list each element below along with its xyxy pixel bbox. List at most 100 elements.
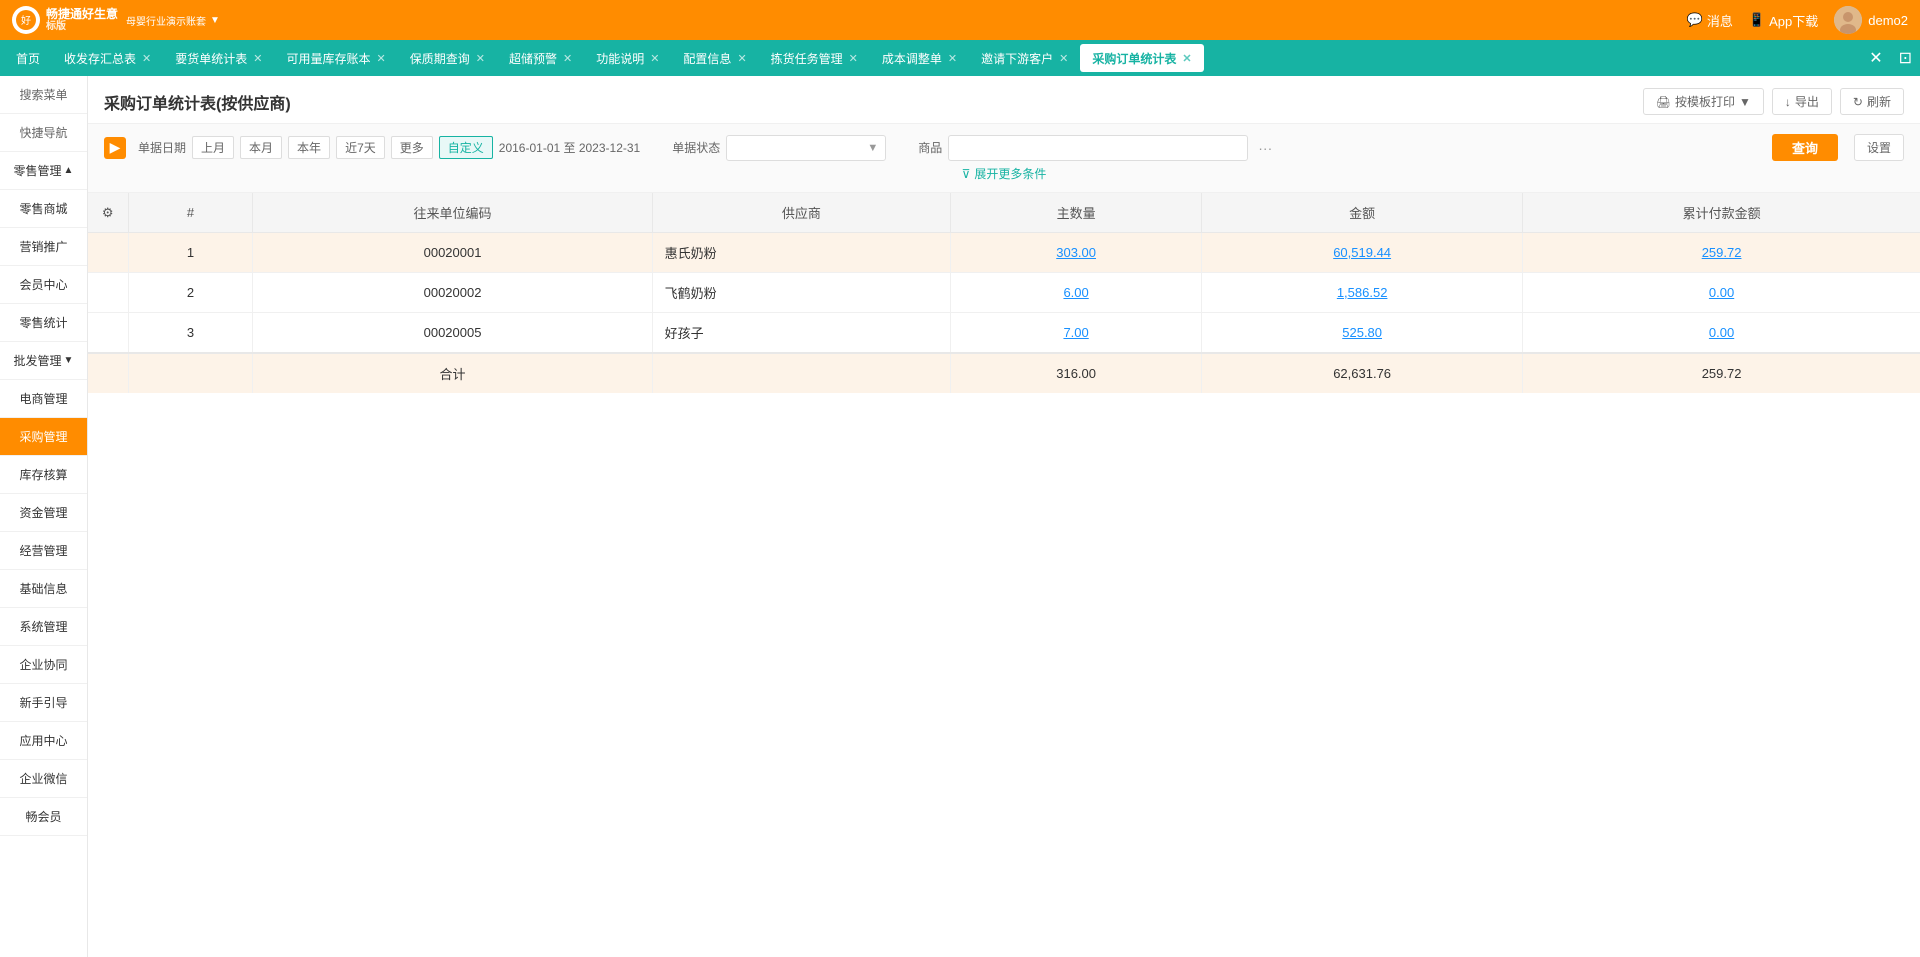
date-filter: 单据日期 上月 本月 本年 近7天 更多 自定义 2016-01-01 至 20… [138,136,640,159]
dropdown-icon: ▼ [1739,95,1751,109]
row-quantity[interactable]: 7.00 [951,313,1202,354]
tab-close-icon[interactable]: ✕ [1182,52,1191,65]
row-paid-amount[interactable]: 0.00 [1523,313,1920,354]
footer-supplier-col [652,353,950,393]
app-download-button[interactable]: 📱 App下载 [1749,11,1818,30]
custom-date-badge[interactable]: 自定义 [439,136,493,159]
expand-filter-button[interactable]: ⊽ 展开更多条件 [962,165,1047,182]
sidebar-item-inventory-check[interactable]: 库存核算 [0,456,87,494]
sidebar-quick-nav[interactable]: 快捷导航 [0,114,87,152]
goods-more-button[interactable]: ··· [1254,140,1276,156]
tab-close-icon[interactable]: ✕ [1059,52,1068,65]
tab-invite-downstream[interactable]: 邀请下游客户 ✕ [969,44,1080,72]
tab-close-icon[interactable]: ✕ [142,52,151,65]
refresh-button[interactable]: ↻ 刷新 [1840,88,1904,115]
tab-goods-summary[interactable]: 要货单统计表 ✕ [163,44,274,72]
goods-input[interactable] [948,135,1248,161]
date-quick-last-month[interactable]: 上月 [192,136,234,159]
footer-label: 合计 [253,353,652,393]
sidebar-item-wholesale-management[interactable]: 批发管理 ▼ [0,342,87,380]
status-filter: 单据状态 ▼ [672,135,886,161]
refresh-icon: ↻ [1853,95,1863,109]
tab-function-desc[interactable]: 功能说明 ✕ [584,44,671,72]
row-paid-amount[interactable]: 259.72 [1523,233,1920,273]
window-close-button[interactable]: ✕ [1865,46,1886,70]
tab-close-icon[interactable]: ✕ [650,52,659,65]
row-quantity[interactable]: 303.00 [951,233,1202,273]
footer-row-num-col [128,353,253,393]
row-amount[interactable]: 525.80 [1202,313,1523,354]
tab-close-icon[interactable]: ✕ [849,52,858,65]
window-restore-button[interactable]: ⊡ [1895,46,1916,70]
svg-text:好: 好 [21,15,31,27]
sidebar-item-new-guide[interactable]: 新手引导 [0,684,87,722]
top-bar: 好 畅捷通好生意 标版 母婴行业演示账套 ▼ 💬 消息 📱 App下载 [0,0,1920,40]
row-supplier-code: 00020001 [253,233,652,273]
tab-close-icon[interactable]: ✕ [563,52,572,65]
tab-pick-task[interactable]: 拣货任务管理 ✕ [759,44,870,72]
avatar [1834,6,1862,34]
sidebar-item-enterprise-wechat[interactable]: 企业微信 [0,760,87,798]
nav-tabs-right: ✕ ⊡ [1865,46,1916,70]
print-button[interactable]: 🖨 按模板打印 ▼ [1643,88,1764,115]
col-settings: ⚙ [88,193,128,233]
tab-close-icon[interactable]: ✕ [253,52,262,65]
table-row: 300020005好孩子7.00525.800.00 [88,313,1920,354]
row-num: 1 [128,233,253,273]
sidebar-item-member-center[interactable]: 会员中心 [0,266,87,304]
footer-amount: 62,631.76 [1202,353,1523,393]
logo-area: 好 畅捷通好生意 标版 [12,6,118,34]
row-amount[interactable]: 1,586.52 [1202,273,1523,313]
filter-toggle-button[interactable]: ▶ [104,137,126,159]
date-quick-this-month[interactable]: 本月 [240,136,282,159]
sidebar-item-retail-stats[interactable]: 零售统计 [0,304,87,342]
date-filter-label: 单据日期 [138,139,186,156]
tab-over-stock[interactable]: 超储预警 ✕ [497,44,584,72]
sidebar-search-menu[interactable]: 搜索菜单 [0,76,87,114]
row-num: 3 [128,313,253,354]
sidebar-item-purchase-management[interactable]: 采购管理 [0,418,87,456]
logo-text: 畅捷通好生意 标版 [46,7,118,33]
status-select[interactable] [726,135,886,161]
logo-icon: 好 [12,6,40,34]
tab-expiry-query[interactable]: 保质期查询 ✕ [398,44,497,72]
query-button[interactable]: 查询 [1772,134,1838,161]
tab-home[interactable]: 首页 [4,44,52,72]
user-area[interactable]: demo2 [1834,6,1908,34]
goods-filter-label: 商品 [918,139,942,156]
sidebar-item-finance-management[interactable]: 资金管理 [0,494,87,532]
tab-close-icon[interactable]: ✕ [948,52,957,65]
tab-close-icon[interactable]: ✕ [377,52,386,65]
tab-close-icon[interactable]: ✕ [737,52,746,65]
date-quick-7days[interactable]: 近7天 [336,136,385,159]
sidebar-item-operations-management[interactable]: 经营管理 [0,532,87,570]
sidebar-item-system-management[interactable]: 系统管理 [0,608,87,646]
tab-close-icon[interactable]: ✕ [476,52,485,65]
settings-button[interactable]: 设置 [1854,134,1904,161]
row-paid-amount[interactable]: 0.00 [1523,273,1920,313]
tab-config-info[interactable]: 配置信息 ✕ [671,44,758,72]
sidebar-item-vip-member[interactable]: 畅会员 [0,798,87,836]
sidebar-item-ecommerce-management[interactable]: 电商管理 [0,380,87,418]
sidebar-item-basic-info[interactable]: 基础信息 [0,570,87,608]
row-quantity[interactable]: 6.00 [951,273,1202,313]
tab-purchase-summary[interactable]: 采购订单统计表 ✕ [1080,44,1203,72]
sidebar-item-enterprise-cooperation[interactable]: 企业协同 [0,646,87,684]
content-area: 采购订单统计表(按供应商) 🖨 按模板打印 ▼ ↓ 导出 ↻ 刷新 [88,76,1920,957]
tab-inventory-book[interactable]: 可用量库存账本 ✕ [274,44,397,72]
date-quick-more[interactable]: 更多 [391,136,433,159]
row-amount[interactable]: 60,519.44 [1202,233,1523,273]
sidebar-item-retail-management[interactable]: 零售管理 ▲ [0,152,87,190]
workspace-selector[interactable]: 母婴行业演示账套 ▼ [126,13,220,28]
date-quick-this-year[interactable]: 本年 [288,136,330,159]
export-button[interactable]: ↓ 导出 [1772,88,1832,115]
message-button[interactable]: 💬 消息 [1687,11,1733,30]
sidebar-item-marketing[interactable]: 营销推广 [0,228,87,266]
date-range-display: 2016-01-01 至 2023-12-31 [499,139,640,156]
tab-cost-adjust[interactable]: 成本调整单 ✕ [870,44,969,72]
status-filter-label: 单据状态 [672,139,720,156]
main-layout: 搜索菜单 快捷导航 零售管理 ▲ 零售商城 营销推广 会员中心 零售统计 批发管… [0,76,1920,957]
sidebar-item-retail-shop[interactable]: 零售商城 [0,190,87,228]
sidebar-item-app-center[interactable]: 应用中心 [0,722,87,760]
tab-receive-summary[interactable]: 收发存汇总表 ✕ [52,44,163,72]
